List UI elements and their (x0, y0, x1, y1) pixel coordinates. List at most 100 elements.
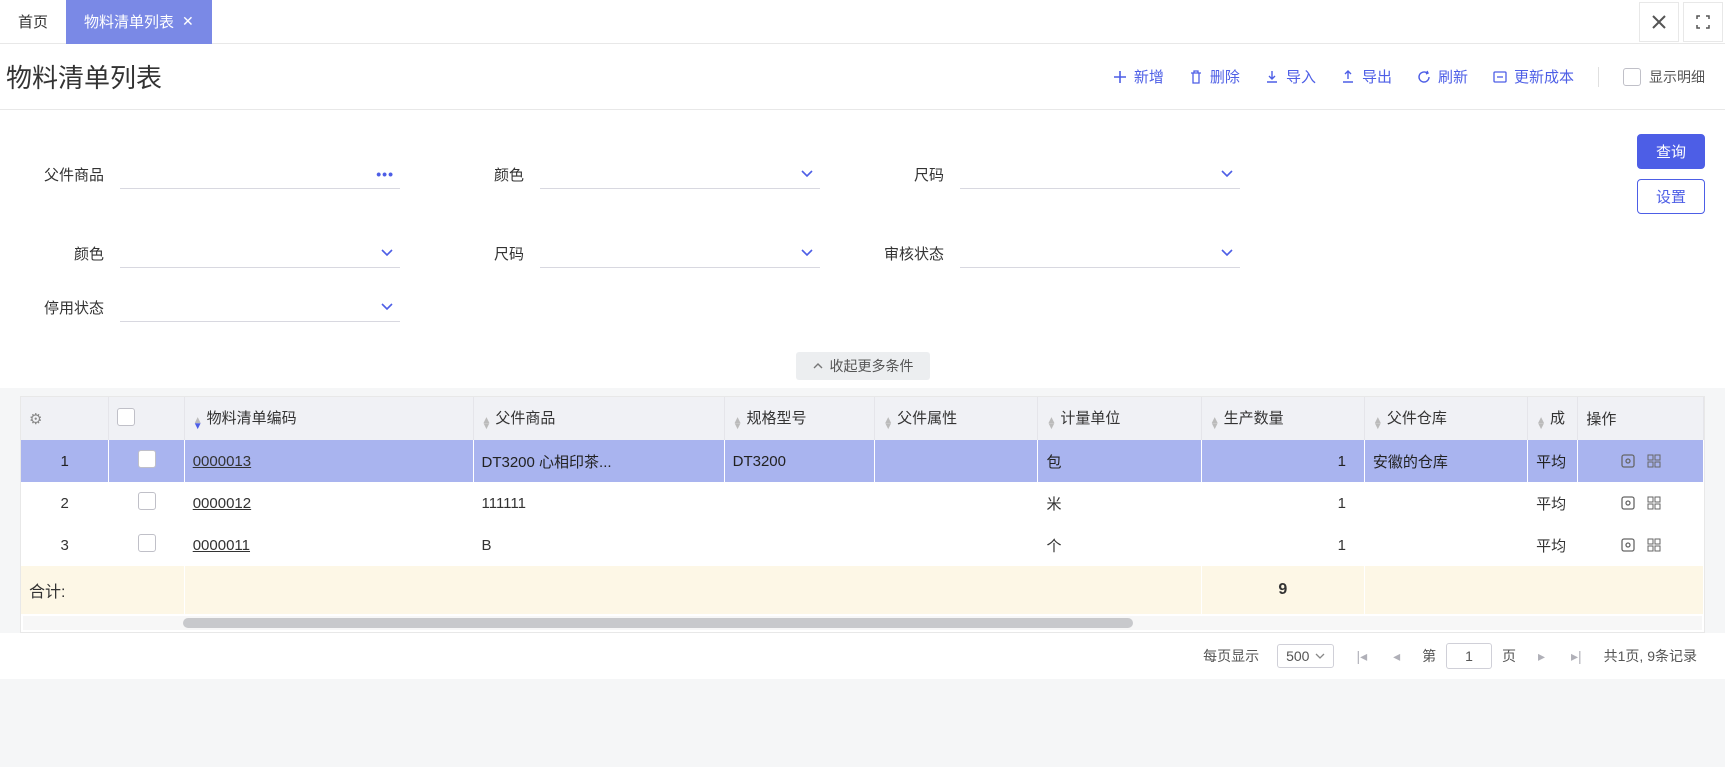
bom-code-link[interactable]: 0000012 (193, 495, 251, 512)
tab-home[interactable]: 首页 (0, 0, 66, 44)
first-page-button[interactable]: |◂ (1352, 648, 1371, 665)
import-icon (1264, 69, 1280, 85)
parent-product-input[interactable]: ••• (120, 159, 400, 189)
disable-status-select[interactable] (120, 292, 400, 322)
col-parent-product[interactable]: ▲▼父件商品 (473, 397, 724, 440)
divider (1598, 67, 1599, 87)
scrollbar-thumb[interactable] (183, 618, 1133, 628)
total-row: 合计: 9 (21, 566, 1704, 614)
color2-select[interactable] (120, 238, 400, 268)
data-table: ⚙ ▲▼物料清单编码 ▲▼父件商品 ▲▼规格型号 ▲▼父件属性 ▲▼计量单位 ▲… (20, 396, 1705, 633)
more-icon: ••• (376, 166, 394, 182)
row-index: 1 (21, 440, 109, 482)
cell-bom-code: 0000012 (184, 482, 473, 524)
delete-button[interactable]: 删除 (1188, 66, 1240, 87)
col-parent-attr[interactable]: ▲▼父件属性 (875, 397, 1038, 440)
update-cost-button[interactable]: 更新成本 (1492, 66, 1574, 87)
show-detail-toggle[interactable]: 显示明细 (1623, 67, 1705, 87)
view-icon[interactable] (1620, 537, 1636, 553)
grid-icon[interactable] (1646, 537, 1662, 553)
col-more[interactable]: ▲▼成 (1528, 397, 1578, 440)
checkbox-icon[interactable] (138, 492, 156, 510)
filter-label-disable-status: 停用状态 (20, 297, 120, 318)
next-page-button[interactable]: ▸ (1534, 648, 1549, 665)
query-button[interactable]: 查询 (1637, 134, 1705, 169)
prev-page-button[interactable]: ◂ (1389, 648, 1404, 665)
cell-spec (724, 482, 875, 524)
last-page-button[interactable]: ▸| (1567, 648, 1586, 665)
cell-spec: DT3200 (724, 440, 875, 482)
size-select[interactable] (960, 159, 1240, 189)
chevron-up-icon (812, 361, 824, 371)
table-row[interactable]: 10000013DT3200 心相印茶...DT3200包1安徽的仓库平均 (21, 440, 1704, 482)
cell-unit: 米 (1038, 482, 1201, 524)
filter-label-parent-product: 父件商品 (20, 164, 120, 185)
page-title: 物料清单列表 (6, 58, 162, 95)
grid-icon[interactable] (1646, 453, 1662, 469)
settings-column-header[interactable]: ⚙ (21, 397, 109, 440)
tab-bom-list[interactable]: 物料清单列表 ✕ (66, 0, 212, 44)
size2-select[interactable] (540, 238, 820, 268)
total-label: 合计: (21, 566, 184, 614)
col-qty[interactable]: ▲▼生产数量 (1201, 397, 1364, 440)
view-icon[interactable] (1620, 495, 1636, 511)
sort-icon: ▲▼ (1210, 418, 1220, 430)
checkbox-icon[interactable] (138, 534, 156, 552)
bom-code-link[interactable]: 0000013 (193, 453, 251, 470)
page-label: 第 1 页 (1422, 643, 1516, 669)
horizontal-scrollbar[interactable] (23, 616, 1702, 630)
cell-unit: 包 (1038, 440, 1201, 482)
tabs-bar: 首页 物料清单列表 ✕ (0, 0, 1725, 44)
filter-label-color: 颜色 (440, 164, 540, 185)
filter-label-size2: 尺码 (440, 243, 540, 264)
filter-panel: 父件商品 ••• 颜色 尺码 查询 设置 颜色 尺码 审核状态 (0, 110, 1725, 388)
col-warehouse[interactable]: ▲▼父件仓库 (1364, 397, 1527, 440)
col-ops: 操作 (1578, 397, 1704, 440)
cell-warehouse (1364, 482, 1527, 524)
chevron-down-icon (1315, 652, 1325, 660)
col-spec[interactable]: ▲▼规格型号 (724, 397, 875, 440)
refresh-button[interactable]: 刷新 (1416, 66, 1468, 87)
chevron-down-icon (800, 169, 814, 179)
cell-more: 平均 (1528, 482, 1578, 524)
plus-icon (1112, 69, 1128, 85)
select-all-header[interactable] (109, 397, 184, 440)
per-page-select[interactable]: 500 (1277, 644, 1334, 668)
col-unit[interactable]: ▲▼计量单位 (1038, 397, 1201, 440)
cell-product: DT3200 心相印茶... (473, 440, 724, 482)
fullscreen-icon (1695, 14, 1711, 30)
collapse-filters-button[interactable]: 收起更多条件 (796, 352, 930, 380)
cell-bom-code: 0000011 (184, 524, 473, 566)
fullscreen-button[interactable] (1683, 2, 1723, 42)
add-button[interactable]: 新增 (1112, 66, 1164, 87)
table-row[interactable]: 30000011B个1平均 (21, 524, 1704, 566)
chevron-down-icon (1220, 248, 1234, 258)
view-icon[interactable] (1620, 453, 1636, 469)
page-input[interactable]: 1 (1446, 643, 1492, 669)
cell-qty: 1 (1201, 524, 1364, 566)
sort-icon: ▲▼ (883, 418, 893, 430)
chevron-down-icon (800, 248, 814, 258)
cell-unit: 个 (1038, 524, 1201, 566)
close-all-tabs-button[interactable] (1639, 2, 1679, 42)
checkbox-icon[interactable] (1623, 68, 1641, 86)
col-bom-code[interactable]: ▲▼物料清单编码 (184, 397, 473, 440)
audit-status-select[interactable] (960, 238, 1240, 268)
settings-button[interactable]: 设置 (1637, 179, 1705, 214)
cell-attr (875, 524, 1038, 566)
checkbox-icon[interactable] (138, 450, 156, 468)
cell-warehouse (1364, 524, 1527, 566)
close-icon[interactable]: ✕ (182, 13, 194, 30)
grid-icon[interactable] (1646, 495, 1662, 511)
cell-spec (724, 524, 875, 566)
pagination-summary: 共1页, 9条记录 (1604, 646, 1697, 666)
sort-icon: ▲▼ (1046, 418, 1056, 430)
bom-code-link[interactable]: 0000011 (193, 537, 250, 554)
table-row[interactable]: 20000012111111米1平均 (21, 482, 1704, 524)
export-button[interactable]: 导出 (1340, 66, 1392, 87)
checkbox-icon[interactable] (117, 408, 135, 426)
cell-product: 111111 (473, 482, 724, 524)
page-header: 物料清单列表 新增 删除 导入 导出 刷新 更新成本 显示明细 (0, 44, 1725, 110)
import-button[interactable]: 导入 (1264, 66, 1316, 87)
color-select[interactable] (540, 159, 820, 189)
